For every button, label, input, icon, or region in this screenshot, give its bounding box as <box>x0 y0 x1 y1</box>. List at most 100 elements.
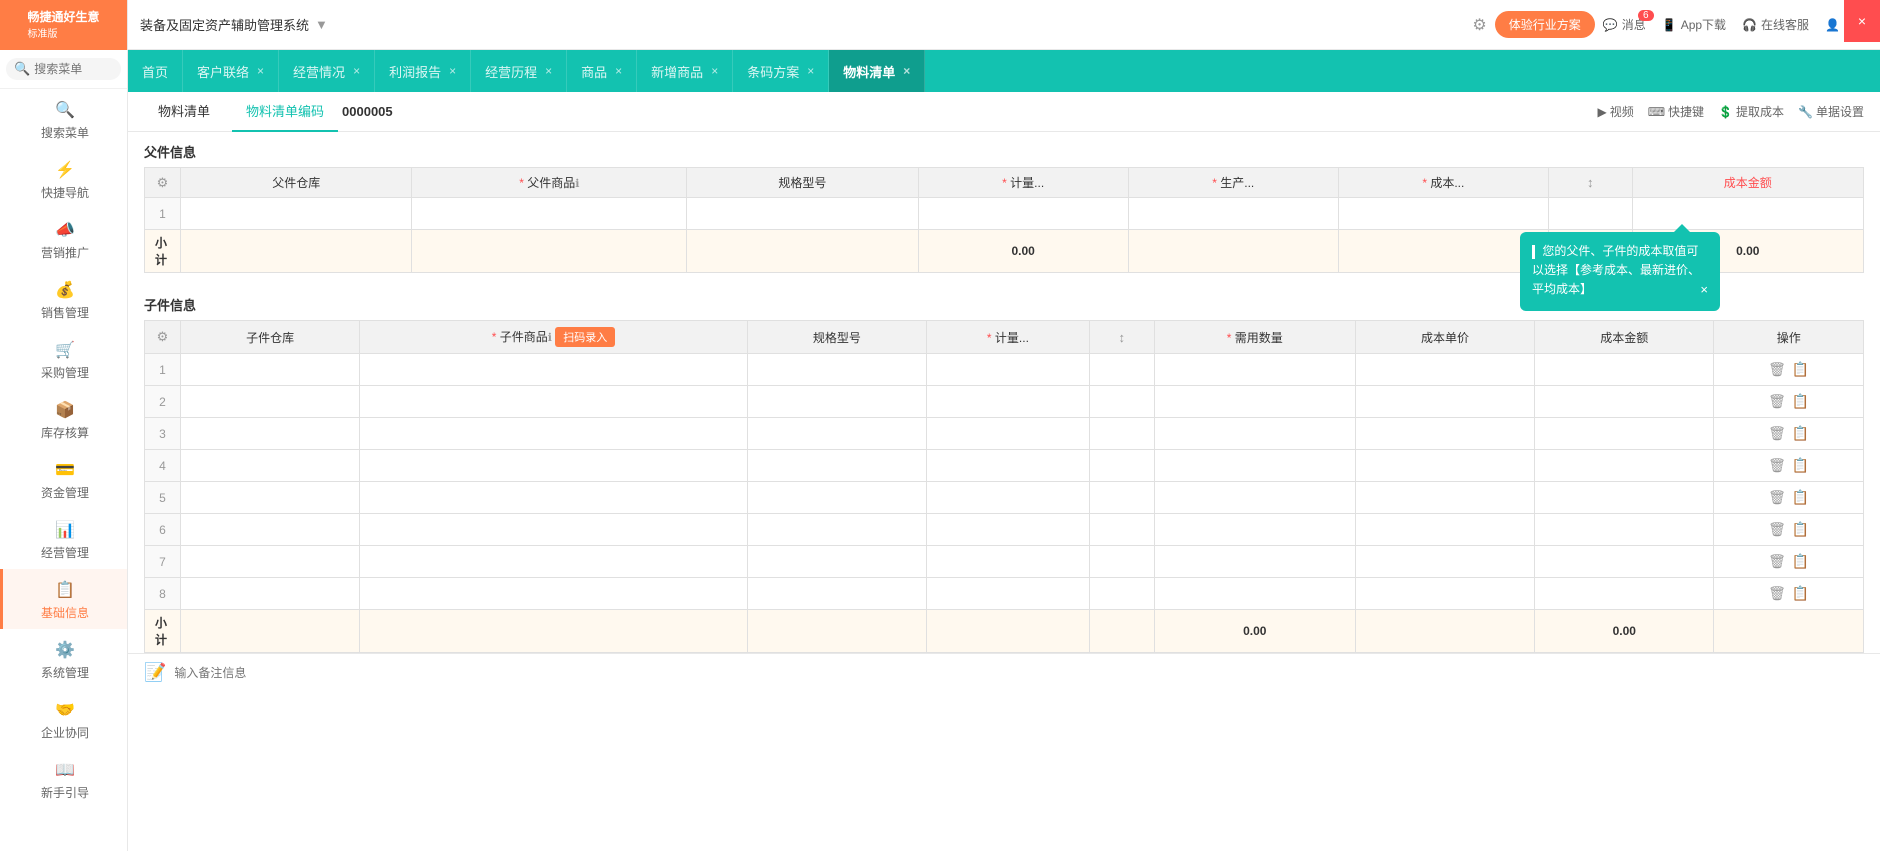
action-single-setting[interactable]: 🔧单据设置 <box>1798 103 1864 120</box>
child-cell-1-3[interactable] <box>747 354 926 386</box>
parent-cell-1-1[interactable] <box>181 198 412 230</box>
action-shortcut[interactable]: ⌨快捷键 <box>1648 103 1704 120</box>
child-cell-6-3[interactable] <box>747 514 926 546</box>
search-input[interactable] <box>34 62 113 76</box>
child-cell-6-2[interactable] <box>360 514 748 546</box>
child-cell-7-8[interactable] <box>1535 546 1714 578</box>
nav-tab-close-history[interactable]: × <box>545 65 552 77</box>
app-download-button[interactable]: 📱 App下载 <box>1662 16 1726 33</box>
child-cell-6-8[interactable] <box>1535 514 1714 546</box>
child-cell-5-8[interactable] <box>1535 482 1714 514</box>
child-cell-1-5[interactable] <box>1089 354 1154 386</box>
child-cell-4-4[interactable] <box>927 450 1090 482</box>
sidebar-item-system[interactable]: ⚙️ 系统管理 <box>0 629 127 689</box>
child-cell-2-6[interactable] <box>1154 386 1355 418</box>
sort-btn[interactable]: ↕ <box>1587 175 1594 190</box>
nav-tab-bom[interactable]: 物料清单× <box>829 50 925 92</box>
child-cell-5-1[interactable] <box>181 482 360 514</box>
parent-cell-1-5[interactable] <box>1128 198 1338 230</box>
nav-tab-close-goods[interactable]: × <box>615 65 622 77</box>
nav-tab-close-barcode[interactable]: × <box>807 65 814 77</box>
child-cell-8-5[interactable] <box>1089 578 1154 610</box>
child-cell-2-4[interactable] <box>927 386 1090 418</box>
child-cell-3-8[interactable] <box>1535 418 1714 450</box>
delete-icon-5[interactable]: 🗑 <box>1768 489 1786 506</box>
child-cell-4-6[interactable] <box>1154 450 1355 482</box>
child-cell-3-5[interactable] <box>1089 418 1154 450</box>
copy-icon-6[interactable]: 📋 <box>1792 521 1809 538</box>
nav-tab-close-bom[interactable]: × <box>903 65 910 77</box>
child-cell-8-2[interactable] <box>360 578 748 610</box>
child-cell-5-3[interactable] <box>747 482 926 514</box>
copy-icon-8[interactable]: 📋 <box>1792 585 1809 602</box>
sidebar-item-basic-info[interactable]: 📋 基础信息 <box>0 569 127 629</box>
child-cell-3-7[interactable] <box>1355 418 1534 450</box>
child-cell-7-1[interactable] <box>181 546 360 578</box>
child-cell-3-3[interactable] <box>747 418 926 450</box>
settings-child-btn[interactable]: ⚙ <box>157 329 169 344</box>
child-cell-8-4[interactable] <box>927 578 1090 610</box>
parent-cell-1-7[interactable] <box>1548 198 1632 230</box>
child-cell-8-6[interactable] <box>1154 578 1355 610</box>
child-cell-7-5[interactable] <box>1089 546 1154 578</box>
child-cell-4-3[interactable] <box>747 450 926 482</box>
delete-icon-2[interactable]: 🗑 <box>1768 393 1786 410</box>
nav-tab-profit[interactable]: 利润报告× <box>375 50 471 92</box>
sidebar-item-purchase[interactable]: 🛒 采购管理 <box>0 329 127 389</box>
copy-icon-3[interactable]: 📋 <box>1792 425 1809 442</box>
delete-icon-6[interactable]: 🗑 <box>1768 521 1786 538</box>
nav-tab-new-goods[interactable]: 新增商品× <box>637 50 733 92</box>
scan-button[interactable]: 扫码录入 <box>555 327 615 347</box>
child-cell-2-1[interactable] <box>181 386 360 418</box>
child-cell-5-5[interactable] <box>1089 482 1154 514</box>
action-get-cost[interactable]: 💲提取成本 <box>1718 103 1784 120</box>
sidebar-item-guide[interactable]: 📖 新手引导 <box>0 749 127 809</box>
settings-btn[interactable]: ⚙ <box>157 175 169 190</box>
child-cell-2-7[interactable] <box>1355 386 1534 418</box>
child-cell-4-7[interactable] <box>1355 450 1534 482</box>
child-cell-6-1[interactable] <box>181 514 360 546</box>
delete-icon-1[interactable]: 🗑 <box>1768 361 1786 378</box>
child-cell-2-3[interactable] <box>747 386 926 418</box>
child-cell-3-2[interactable] <box>360 418 748 450</box>
child-cell-2-5[interactable] <box>1089 386 1154 418</box>
child-cell-5-7[interactable] <box>1355 482 1534 514</box>
online-service-button[interactable]: 🎧 在线客服 <box>1742 16 1809 33</box>
gear-icon[interactable]: ⚙ <box>1472 15 1486 35</box>
child-cell-8-3[interactable] <box>747 578 926 610</box>
nav-tab-close-customer[interactable]: × <box>257 65 264 77</box>
child-cell-1-1[interactable] <box>181 354 360 386</box>
copy-icon-4[interactable]: 📋 <box>1792 457 1809 474</box>
nav-tab-home[interactable]: 首页 <box>128 50 183 92</box>
sort-child-btn[interactable]: ↕ <box>1118 330 1125 345</box>
child-cell-6-7[interactable] <box>1355 514 1534 546</box>
child-cell-5-6[interactable] <box>1154 482 1355 514</box>
nav-tab-customer[interactable]: 客户联络× <box>183 50 279 92</box>
child-cell-4-5[interactable] <box>1089 450 1154 482</box>
sidebar-item-quick-nav[interactable]: ⚡ 快捷导航 <box>0 149 127 209</box>
sidebar-item-marketing[interactable]: 📣 营销推广 <box>0 209 127 269</box>
child-cell-1-7[interactable] <box>1355 354 1534 386</box>
delete-icon-7[interactable]: 🗑 <box>1768 553 1786 570</box>
experience-button[interactable]: 体验行业方案 <box>1495 11 1595 38</box>
child-cell-8-1[interactable] <box>181 578 360 610</box>
delete-icon-4[interactable]: 🗑 <box>1768 457 1786 474</box>
parent-cell-1-6[interactable] <box>1338 198 1548 230</box>
child-cell-2-2[interactable] <box>360 386 748 418</box>
child-cell-4-1[interactable] <box>181 450 360 482</box>
child-cell-4-2[interactable] <box>360 450 748 482</box>
nav-tab-close-new-goods[interactable]: × <box>711 65 718 77</box>
nav-tab-close-operations[interactable]: × <box>353 65 360 77</box>
parent-cell-1-3[interactable] <box>687 198 918 230</box>
nav-tab-history[interactable]: 经营历程× <box>471 50 567 92</box>
child-cell-7-7[interactable] <box>1355 546 1534 578</box>
child-cell-3-6[interactable] <box>1154 418 1355 450</box>
nav-tab-goods[interactable]: 商品× <box>567 50 637 92</box>
child-cell-2-8[interactable] <box>1535 386 1714 418</box>
delete-icon-3[interactable]: 🗑 <box>1768 425 1786 442</box>
child-cell-5-4[interactable] <box>927 482 1090 514</box>
sub-tab-bom-list[interactable]: 物料清单 <box>144 92 224 132</box>
action-view[interactable]: ▶视频 <box>1597 103 1633 120</box>
child-cell-6-5[interactable] <box>1089 514 1154 546</box>
sub-tab-bom-detail[interactable]: 物料清单编码 <box>232 92 338 132</box>
